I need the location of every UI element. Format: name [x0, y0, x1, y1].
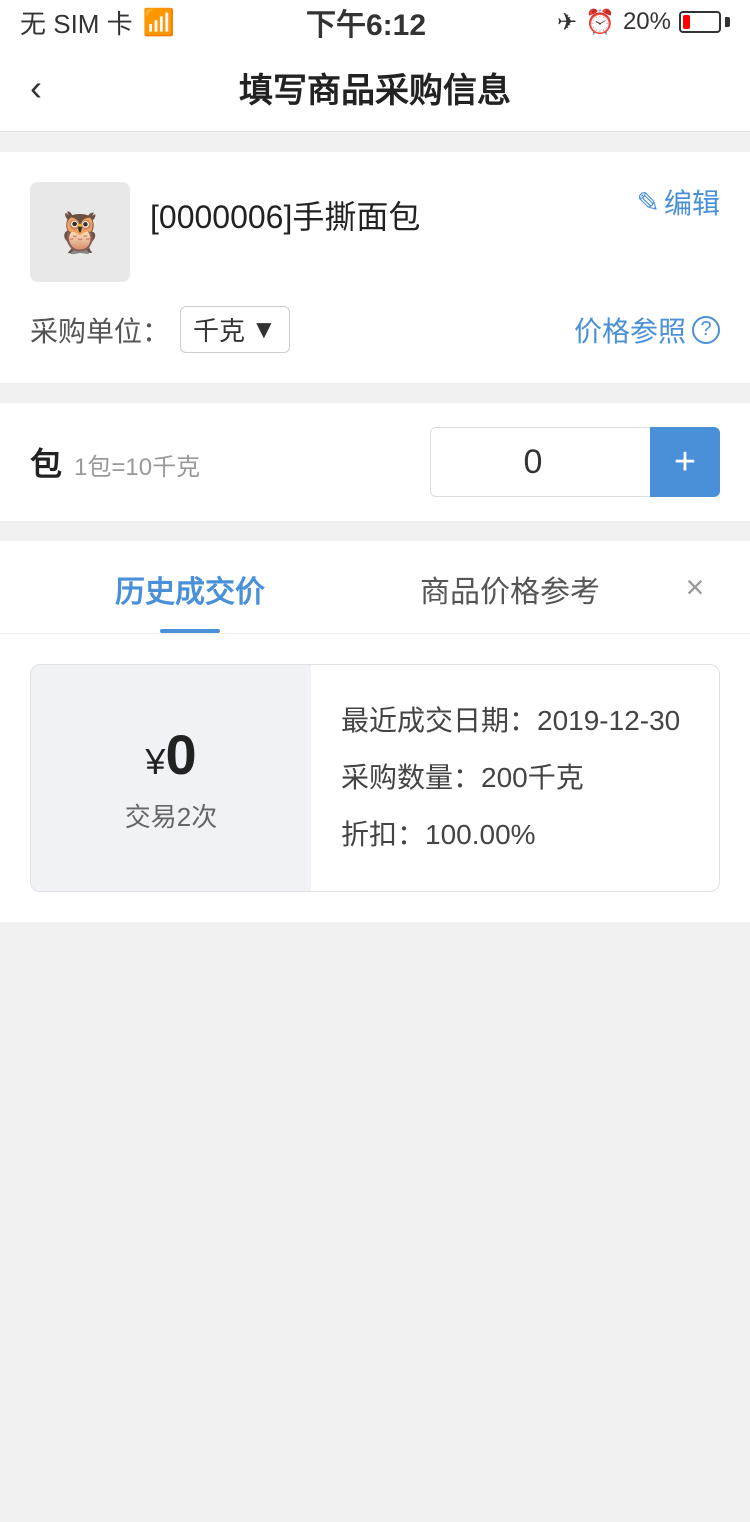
product-unit-row: 采购单位： 千克 ▼ 价格参照 ?: [30, 306, 720, 353]
product-info-left: 🦉 [0000006]手撕面包: [30, 182, 420, 282]
battery-icon: [679, 11, 730, 33]
history-trade-count: 交易2次: [125, 797, 217, 834]
edit-button[interactable]: ✎ 编辑: [637, 182, 720, 222]
alarm-icon: ⏰: [585, 8, 615, 37]
history-recent-date-row: 最近成交日期：2019-12-30: [341, 701, 689, 740]
location-icon: ✈: [557, 8, 577, 37]
product-thumbnail-icon: 🦉: [55, 209, 105, 256]
yen-symbol: ¥: [145, 741, 165, 782]
discount-value: 100.00%: [425, 819, 536, 850]
status-right: ✈ ⏰ 20%: [557, 8, 730, 37]
discount-label: 折扣：: [341, 819, 425, 850]
tabs-panel: 历史成交价 商品价格参考 × ¥0 交易2次 最近成交日期：2019-12-30: [0, 541, 750, 922]
quantity-input[interactable]: [430, 427, 650, 497]
edit-icon: ✎: [637, 186, 660, 219]
unit-select-wrapper: 采购单位： 千克 ▼: [30, 306, 290, 353]
quantity-plus-button[interactable]: +: [650, 427, 720, 497]
quantity-sub-label: 1包=10千克: [74, 447, 200, 482]
unit-value: 千克: [193, 311, 245, 348]
history-card: ¥0 交易2次 最近成交日期：2019-12-30 采购数量：200千克 折扣：…: [30, 664, 720, 892]
back-button[interactable]: ‹: [30, 57, 52, 119]
product-image: 🦉: [30, 182, 130, 282]
close-icon: ×: [686, 569, 705, 606]
price-reference-button[interactable]: 价格参照 ?: [574, 310, 720, 350]
unit-label: 采购单位：: [30, 310, 170, 350]
tab-active-indicator: [160, 629, 220, 633]
product-top-row: 🦉 [0000006]手撕面包 ✎ 编辑: [30, 182, 720, 282]
history-details-section: 最近成交日期：2019-12-30 采购数量：200千克 折扣：100.00%: [311, 665, 719, 891]
info-icon: ?: [692, 316, 720, 344]
tab-history-price[interactable]: 历史成交价: [30, 541, 350, 633]
history-content: ¥0 交易2次 最近成交日期：2019-12-30 采购数量：200千克 折扣：…: [0, 634, 750, 922]
history-qty-row: 采购数量：200千克: [341, 758, 689, 797]
history-price-section: ¥0 交易2次: [31, 665, 311, 891]
main-background: [0, 922, 750, 1522]
history-discount-row: 折扣：100.00%: [341, 815, 689, 854]
purchase-qty-label: 采购数量：: [341, 762, 481, 793]
quantity-main-label: 包: [30, 439, 62, 485]
page-header: ‹ 填写商品采购信息: [0, 44, 750, 132]
unit-select-dropdown[interactable]: 千克 ▼: [180, 306, 290, 353]
tabs-header: 历史成交价 商品价格参考 ×: [0, 541, 750, 634]
price-ref-label: 价格参照: [574, 310, 686, 350]
dropdown-chevron-icon: ▼: [251, 314, 277, 345]
no-sim-label: 无 SIM 卡: [20, 4, 133, 41]
battery-percent: 20%: [623, 8, 671, 36]
status-time: 下午6:12: [306, 0, 426, 44]
wifi-icon: 📶: [143, 7, 175, 38]
history-price-value: ¥0: [145, 722, 196, 787]
edit-label: 编辑: [664, 182, 720, 222]
quantity-row: 包 1包=10千克 +: [0, 403, 750, 521]
status-left: 无 SIM 卡 📶: [20, 4, 175, 41]
product-card: 🦉 [0000006]手撕面包 ✎ 编辑 采购单位： 千克 ▼ 价格参照 ?: [0, 152, 750, 383]
recent-date-label: 最近成交日期：: [341, 705, 537, 736]
quantity-label-group: 包 1包=10千克: [30, 439, 200, 485]
quantity-input-wrapper: +: [430, 427, 720, 497]
status-bar: 无 SIM 卡 📶 下午6:12 ✈ ⏰ 20%: [0, 0, 750, 44]
plus-icon: +: [674, 441, 696, 484]
recent-date-value: 2019-12-30: [537, 705, 680, 736]
product-name: [0000006]手撕面包: [150, 192, 420, 238]
tab-price-reference[interactable]: 商品价格参考: [350, 541, 670, 633]
tab-close-button[interactable]: ×: [670, 562, 720, 612]
page-title: 填写商品采购信息: [239, 63, 511, 112]
purchase-qty-value: 200千克: [481, 762, 584, 793]
